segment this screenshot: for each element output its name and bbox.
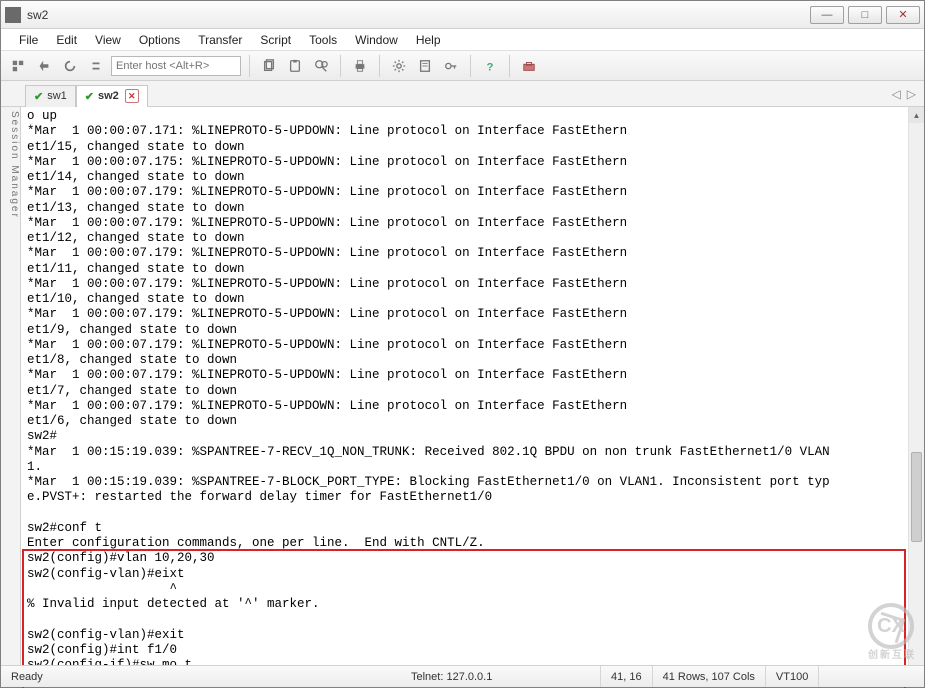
close-button[interactable]: ✕ [886, 6, 920, 24]
menu-window[interactable]: Window [347, 31, 406, 49]
host-input[interactable] [111, 56, 241, 76]
tab-sw2[interactable]: ✔ sw2 ✕ [76, 85, 148, 107]
vertical-scrollbar[interactable]: ▲ ▼ [908, 107, 924, 687]
status-bar: Ready Telnet: 127.0.0.1 41, 16 41 Rows, … [1, 665, 924, 687]
menu-transfer[interactable]: Transfer [190, 31, 250, 49]
key-icon[interactable] [440, 55, 462, 77]
status-connection: Telnet: 127.0.0.1 [401, 666, 601, 687]
toolbar-separator [470, 55, 471, 77]
check-icon: ✔ [85, 90, 94, 103]
menu-help[interactable]: Help [408, 31, 449, 49]
tabs-nav: ◁ ▷ [892, 87, 924, 101]
copy-icon[interactable] [258, 55, 280, 77]
tab-close-icon[interactable]: ✕ [125, 89, 139, 103]
tab-sw1[interactable]: ✔ sw1 [25, 85, 76, 107]
menu-bar: File Edit View Options Transfer Script T… [1, 29, 924, 51]
disconnect-icon[interactable] [85, 55, 107, 77]
window-controls: — □ ✕ [810, 6, 920, 24]
terminal-pane[interactable]: o up *Mar 1 00:00:07.171: %LINEPROTO-5-U… [21, 107, 924, 687]
maximize-button[interactable]: □ [848, 6, 882, 24]
title-bar[interactable]: sw2 — □ ✕ [1, 1, 924, 29]
menu-view[interactable]: View [87, 31, 129, 49]
svg-text:?: ? [487, 61, 494, 73]
menu-script[interactable]: Script [252, 31, 299, 49]
session-manager-icon[interactable] [7, 55, 29, 77]
content-area: Session Manager o up *Mar 1 00:00:07.171… [1, 107, 924, 687]
tabs-next-icon[interactable]: ▷ [907, 87, 916, 101]
toolbar: ? [1, 51, 924, 81]
scroll-up-icon[interactable]: ▲ [909, 107, 924, 123]
session-manager-side-tab[interactable]: Session Manager [1, 107, 21, 687]
toolbox-icon[interactable] [518, 55, 540, 77]
settings-icon[interactable] [388, 55, 410, 77]
status-termtype: VT100 [766, 666, 819, 687]
check-icon: ✔ [34, 90, 43, 103]
toolbar-separator [509, 55, 510, 77]
status-cursor: 41, 16 [601, 666, 653, 687]
menu-tools[interactable]: Tools [301, 31, 345, 49]
tab-label: sw2 [98, 90, 119, 102]
print-icon[interactable] [349, 55, 371, 77]
menu-options[interactable]: Options [131, 31, 188, 49]
reconnect-icon[interactable] [59, 55, 81, 77]
tabs-prev-icon[interactable]: ◁ [892, 87, 901, 101]
menu-file[interactable]: File [11, 31, 46, 49]
tab-label: sw1 [47, 90, 67, 102]
menu-edit[interactable]: Edit [48, 31, 85, 49]
status-size: 41 Rows, 107 Cols [653, 666, 766, 687]
toolbar-separator [249, 55, 250, 77]
log-icon[interactable] [414, 55, 436, 77]
app-icon [5, 7, 21, 23]
scroll-thumb[interactable] [911, 452, 922, 542]
toolbar-separator [340, 55, 341, 77]
status-ready: Ready [1, 666, 401, 687]
toolbar-separator [379, 55, 380, 77]
minimize-button[interactable]: — [810, 6, 844, 24]
quick-connect-icon[interactable] [33, 55, 55, 77]
find-icon[interactable] [310, 55, 332, 77]
session-tabs: ✔ sw1 ✔ sw2 ✕ ◁ ▷ [1, 81, 924, 107]
help-icon[interactable]: ? [479, 55, 501, 77]
paste-icon[interactable] [284, 55, 306, 77]
window-title: sw2 [27, 8, 810, 22]
app-window: sw2 — □ ✕ File Edit View Options Transfe… [0, 0, 925, 688]
terminal-output[interactable]: o up *Mar 1 00:00:07.171: %LINEPROTO-5-U… [21, 107, 924, 687]
scroll-track[interactable] [909, 123, 924, 671]
